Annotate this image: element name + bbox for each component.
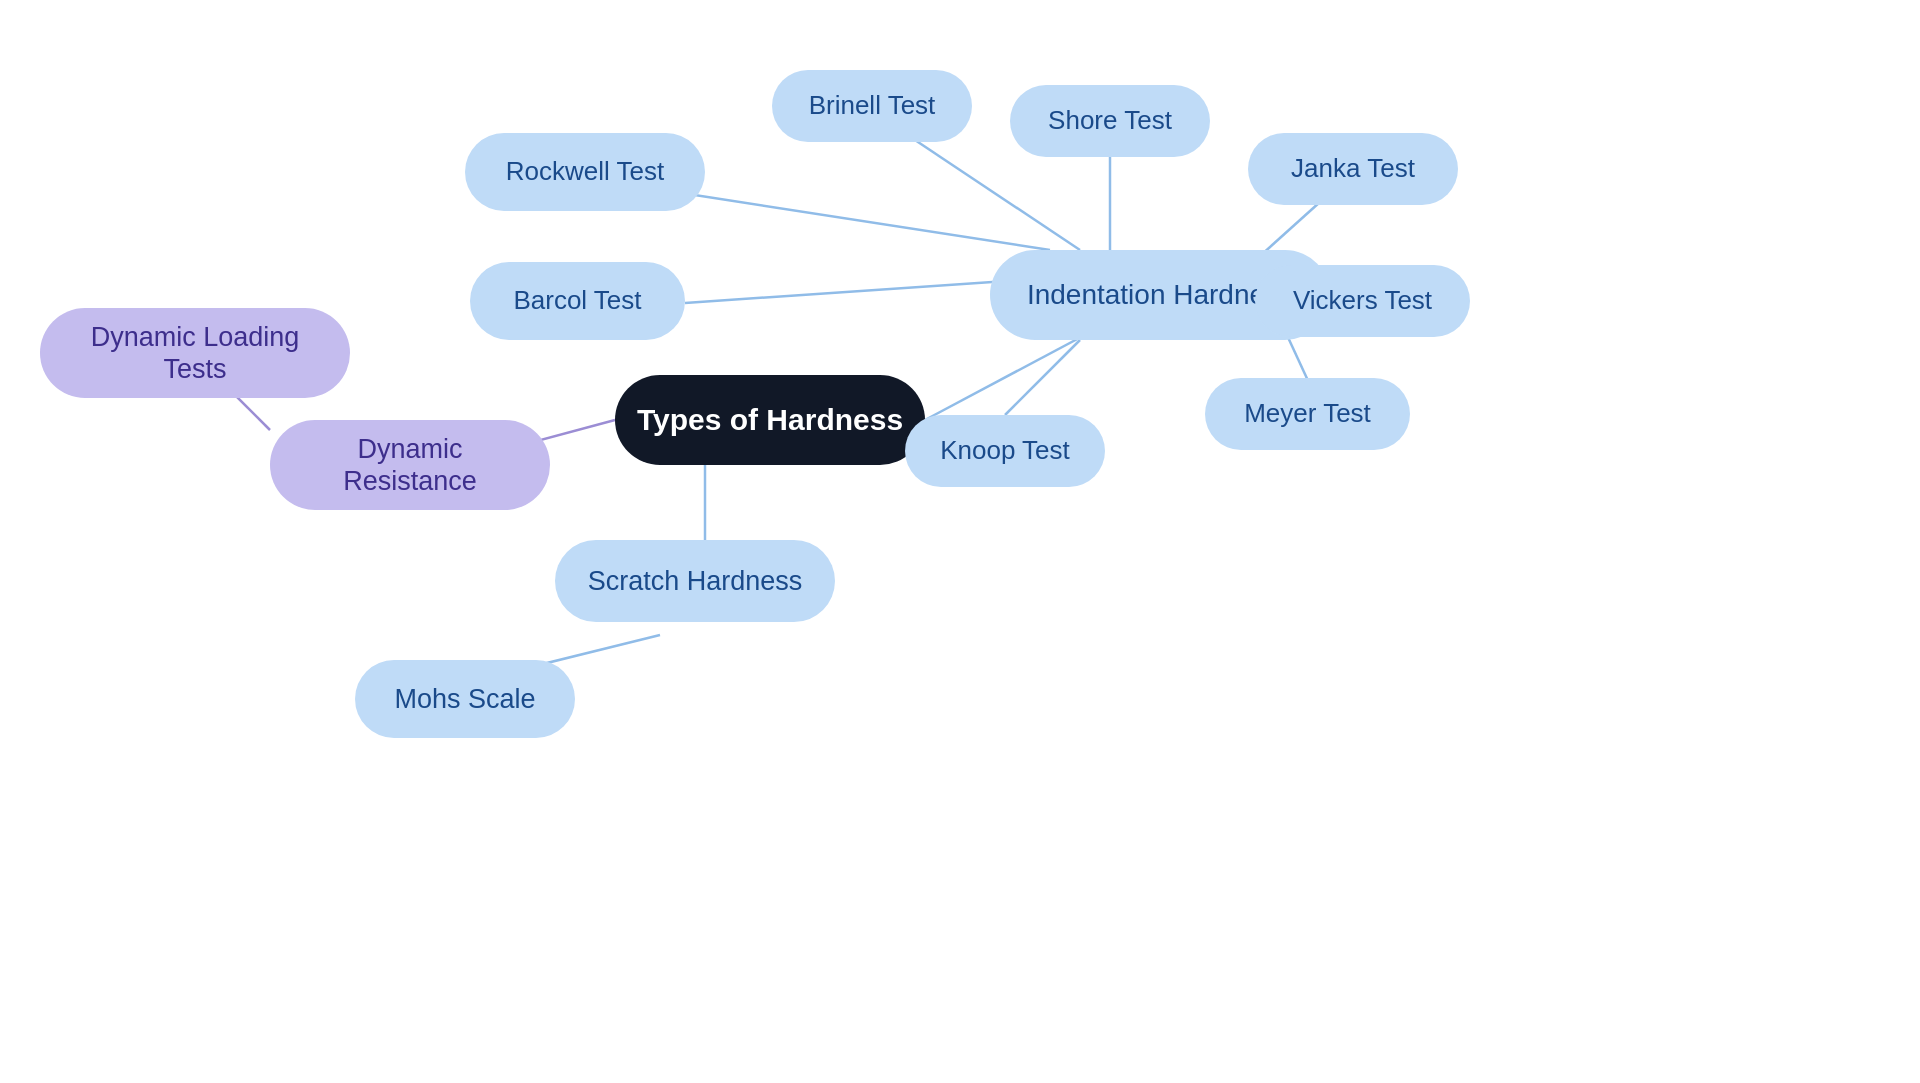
svg-line-5	[685, 280, 1020, 303]
knoop-label: Knoop Test	[920, 435, 1090, 466]
shore-label: Shore Test	[1028, 105, 1192, 136]
scratch-label: Scratch Hardness	[568, 565, 823, 597]
dynamic-loading-node[interactable]: Dynamic Loading Tests	[40, 308, 350, 398]
vickers-node[interactable]: Vickers Test	[1255, 265, 1470, 337]
mohs-node[interactable]: Mohs Scale	[355, 660, 575, 738]
dynamic-loading-label: Dynamic Loading Tests	[40, 321, 350, 386]
meyer-node[interactable]: Meyer Test	[1205, 378, 1410, 450]
shore-node[interactable]: Shore Test	[1010, 85, 1210, 157]
knoop-node[interactable]: Knoop Test	[905, 415, 1105, 487]
rockwell-label: Rockwell Test	[486, 156, 684, 187]
mohs-label: Mohs Scale	[374, 683, 555, 715]
janka-label: Janka Test	[1271, 153, 1435, 184]
vickers-label: Vickers Test	[1273, 285, 1452, 316]
scratch-hardness-node[interactable]: Scratch Hardness	[555, 540, 835, 622]
svg-line-11	[1005, 340, 1080, 415]
janka-node[interactable]: Janka Test	[1248, 133, 1458, 205]
rockwell-node[interactable]: Rockwell Test	[465, 133, 705, 211]
dynamic-resistance-label: Dynamic Resistance	[270, 433, 550, 498]
brinell-label: Brinell Test	[789, 90, 956, 121]
barcol-label: Barcol Test	[493, 285, 661, 316]
brinell-node[interactable]: Brinell Test	[772, 70, 972, 142]
center-node[interactable]: Types of Hardness	[615, 375, 925, 465]
barcol-node[interactable]: Barcol Test	[470, 262, 685, 340]
meyer-label: Meyer Test	[1224, 398, 1391, 429]
center-label: Types of Hardness	[617, 402, 923, 438]
dynamic-resistance-node[interactable]: Dynamic Resistance	[270, 420, 550, 510]
